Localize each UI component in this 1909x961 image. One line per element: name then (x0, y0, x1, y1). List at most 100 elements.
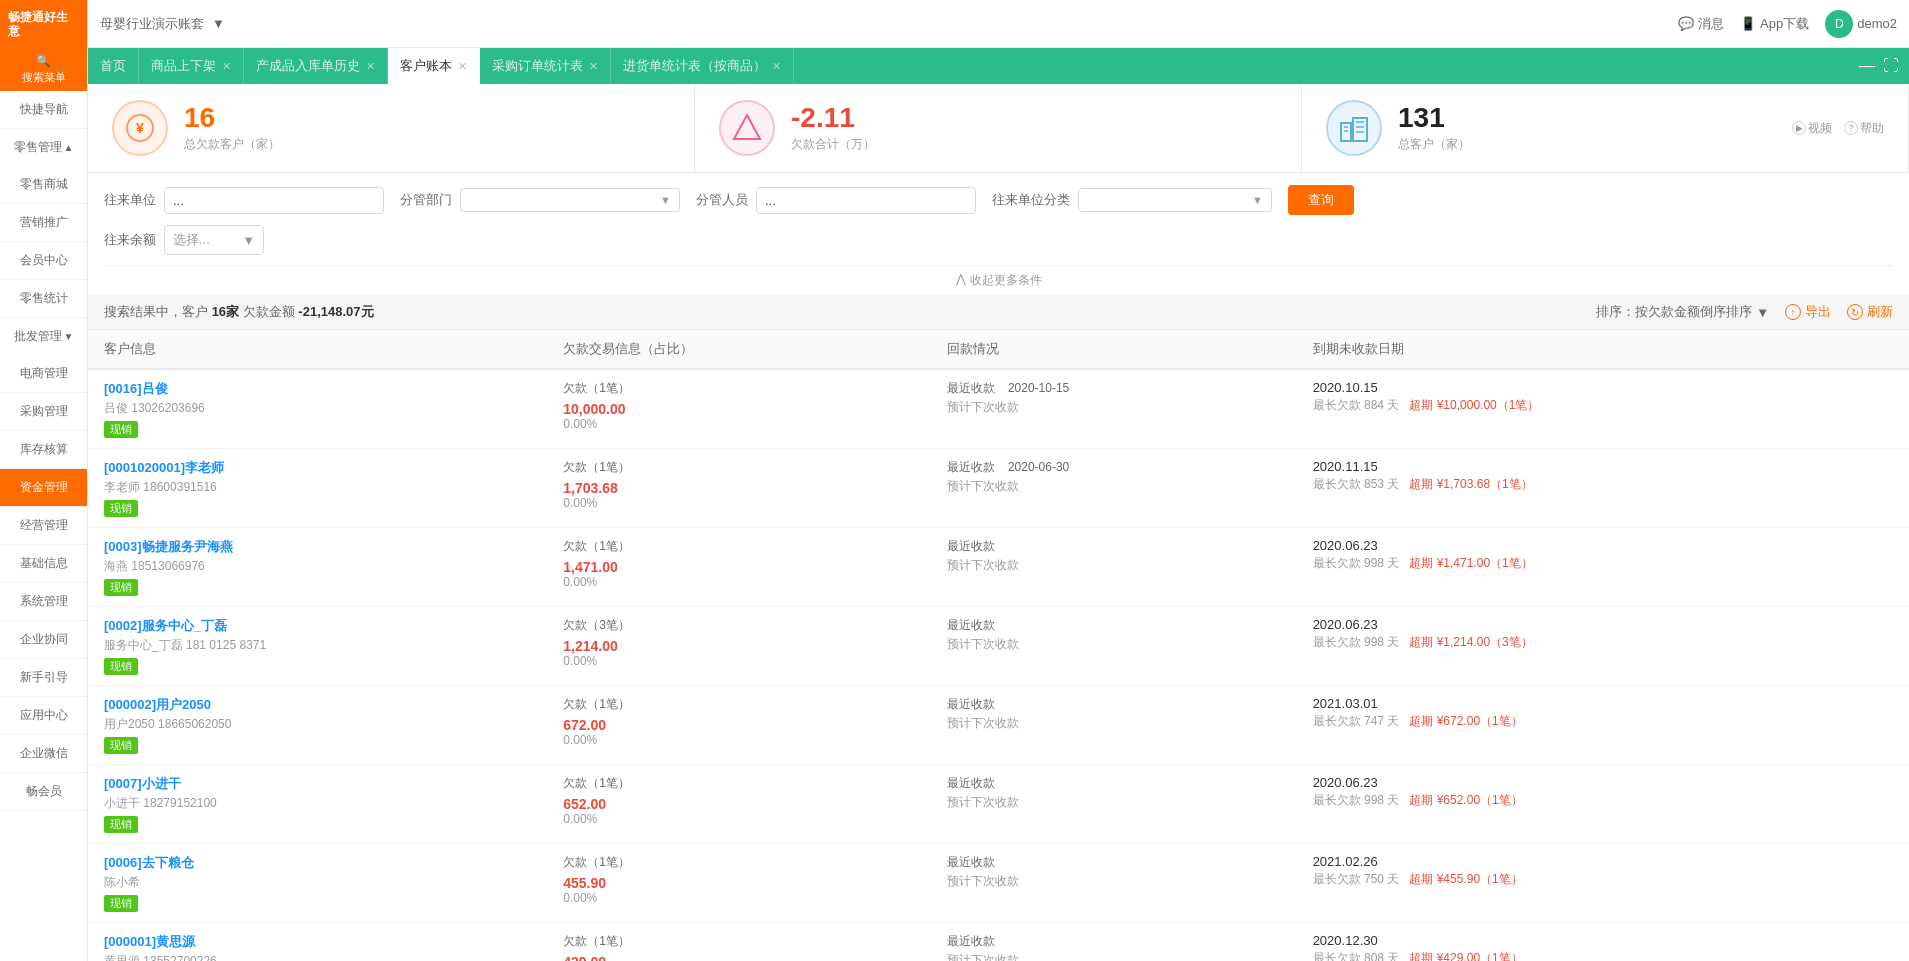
overdue-link-5[interactable]: 超期 ¥652.00（1笔） (1409, 793, 1522, 807)
help-link[interactable]: ? 帮助 (1844, 120, 1884, 137)
overdue-link-4[interactable]: 超期 ¥672.00（1笔） (1409, 714, 1522, 728)
tab-minimize-btn[interactable]: — (1857, 55, 1877, 77)
debt-count-4: 欠款（1笔） (563, 696, 914, 713)
manager-filter: 分管人员 ... (696, 187, 976, 214)
sidebar-item-inventory[interactable]: 库存核算 (0, 431, 87, 469)
overdue-days-7: 最长欠款 808 天 超期 ¥429.00（1笔） (1313, 950, 1893, 961)
user-avatar[interactable]: D demo2 (1825, 10, 1897, 38)
sidebar-item-retail-mgmt[interactable]: 零售管理 ▲ (0, 129, 87, 166)
app-download-btn[interactable]: 📱 App下载 (1740, 15, 1809, 33)
tab-customer-account[interactable]: 客户账本 ✕ (388, 48, 480, 84)
tab-home[interactable]: 首页 (88, 48, 139, 84)
dept-select[interactable]: ▼ (460, 188, 680, 212)
overdue-customers-value: 16 (184, 104, 280, 132)
sidebar-item-system-mgmt[interactable]: 系统管理 (0, 583, 87, 621)
tab-inbound-summary-close[interactable]: ✕ (772, 60, 781, 73)
video-link[interactable]: ▶ 视频 (1792, 120, 1832, 137)
col-recovery: 回款情况 (931, 330, 1297, 369)
customer-name-7[interactable]: [000001]黄思源 (104, 934, 195, 949)
tab-product-offline[interactable]: 商品上下架 ✕ (139, 48, 244, 84)
overdue-cell-0: 2020.10.15 最长欠款 884 天 超期 ¥10,000.00（1笔） (1297, 369, 1909, 449)
customer-contact-0: 吕俊 13026203696 (104, 400, 531, 417)
app-download-label: App下载 (1760, 15, 1809, 33)
customer-cell-3: [0002]服务中心_丁磊 服务中心_丁磊 181 0125 8371 现销 (88, 607, 547, 686)
sidebar-item-wechat[interactable]: 企业微信 (0, 735, 87, 773)
overdue-link-7[interactable]: 超期 ¥429.00（1笔） (1409, 951, 1522, 961)
debt-cell-2: 欠款（1笔） 1,471.00 0.00% (547, 528, 930, 607)
debt-amount-6: 455.90 (563, 875, 914, 891)
dropdown-arrow-icon[interactable]: ▼ (212, 16, 225, 31)
overdue-link-3[interactable]: 超期 ¥1,214.00（3笔） (1409, 635, 1532, 649)
video-icon: ▶ (1792, 121, 1806, 135)
sidebar-item-retail-stats[interactable]: 零售统计 (0, 280, 87, 318)
tab-purchase-summary-close[interactable]: ✕ (589, 60, 598, 73)
total-customers-info: 131 总客户（家） (1398, 104, 1470, 153)
tab-inbound-summary-label: 进货单统计表（按商品） (623, 57, 766, 75)
ecom-mgmt-label: 电商管理 (20, 366, 68, 380)
tab-product-history-label: 产成品入库单历史 (256, 57, 360, 75)
message-btn[interactable]: 💬 消息 (1678, 15, 1724, 33)
sidebar-item-member-center[interactable]: 会员中心 (0, 242, 87, 280)
tab-product-history-close[interactable]: ✕ (366, 60, 375, 73)
source-unit-input[interactable]: ... (164, 187, 384, 214)
col-debt-info: 欠款交易信息（占比） (547, 330, 930, 369)
customer-contact-4: 用户2050 18665062050 (104, 716, 531, 733)
sidebar-item-super-member[interactable]: 畅会员 (0, 773, 87, 811)
table-header-row: 客户信息 欠款交易信息（占比） 回款情况 到期未收款日期 (88, 330, 1909, 369)
manager-input[interactable]: ... (756, 187, 976, 214)
customer-name-4[interactable]: [000002]用户2050 (104, 697, 211, 712)
tab-purchase-summary[interactable]: 采购订单统计表 ✕ (480, 48, 611, 84)
source-unit-filter: 往来单位 ... (104, 187, 384, 214)
sidebar-item-new-guide[interactable]: 新手引导 (0, 659, 87, 697)
tab-inbound-summary[interactable]: 进货单统计表（按商品） ✕ (611, 48, 794, 84)
sidebar-item-ecom-mgmt[interactable]: 电商管理 (0, 355, 87, 393)
sidebar-item-finance[interactable]: 资金管理 (0, 469, 87, 507)
sidebar-item-app-center[interactable]: 应用中心 (0, 697, 87, 735)
customer-name-3[interactable]: [0002]服务中心_丁磊 (104, 618, 227, 633)
source-unit-dots: ... (173, 193, 184, 208)
tab-customer-account-close[interactable]: ✕ (458, 60, 467, 73)
sidebar-item-business-mgmt[interactable]: 经营管理 (0, 507, 87, 545)
tab-product-history[interactable]: 产成品入库单历史 ✕ (244, 48, 388, 84)
overdue-link-2[interactable]: 超期 ¥1,471.00（1笔） (1409, 556, 1532, 570)
query-button[interactable]: 查询 (1288, 185, 1354, 215)
sidebar-item-search-menu[interactable]: 🔍 搜索菜单 (0, 48, 87, 91)
customer-name-5[interactable]: [0007]小进干 (104, 776, 181, 791)
tab-product-offline-close[interactable]: ✕ (222, 60, 231, 73)
overdue-date-1: 2020.11.15 (1313, 459, 1893, 474)
overdue-date-7: 2020.12.30 (1313, 933, 1893, 948)
refresh-button[interactable]: ↻ 刷新 (1847, 303, 1893, 321)
overdue-link-0[interactable]: 超期 ¥10,000.00（1笔） (1409, 398, 1539, 412)
sidebar-item-retail-mall[interactable]: 零售商城 (0, 166, 87, 204)
customer-name-0[interactable]: [0016]吕俊 (104, 381, 168, 396)
sidebar-item-purchase-mgmt[interactable]: 采购管理 (0, 393, 87, 431)
remainder-select[interactable]: 选择... ▼ (164, 225, 264, 255)
overdue-days-4: 最长欠款 747 天 超期 ¥672.00（1笔） (1313, 713, 1893, 730)
batch-mgmt-arrow: ▼ (64, 331, 74, 342)
sort-button[interactable]: 排序：按欠款金额倒序排序 ▼ (1596, 303, 1769, 321)
source-unit-label: 往来单位 (104, 191, 156, 209)
debt-count-1: 欠款（1笔） (563, 459, 914, 476)
inventory-label: 库存核算 (20, 442, 68, 456)
recovery-cell-3: 最近收款 预计下次收款 (931, 607, 1297, 686)
customer-name-2[interactable]: [0003]畅捷服务尹海燕 (104, 539, 233, 554)
overdue-date-5: 2020.06.23 (1313, 775, 1893, 790)
export-button[interactable]: ↑ 导出 (1785, 303, 1831, 321)
sidebar-item-batch-mgmt[interactable]: 批发管理 ▼ (0, 318, 87, 355)
sidebar-item-basic-info[interactable]: 基础信息 (0, 545, 87, 583)
customer-cell-6: [0006]去下粮仓 陈小希 现销 (88, 844, 547, 923)
sidebar-item-quick-nav[interactable]: 快捷导航 (0, 91, 87, 129)
stat-total-customers: 131 总客户（家） ▶ 视频 ? 帮助 (1302, 84, 1909, 172)
recovery-next-7: 预计下次收款 (947, 952, 1281, 961)
overdue-link-6[interactable]: 超期 ¥455.90（1笔） (1409, 872, 1522, 886)
tab-expand-btn[interactable]: ⛶ (1881, 55, 1901, 77)
unit-category-select[interactable]: ▼ (1078, 188, 1272, 212)
overdue-link-1[interactable]: 超期 ¥1,703.68（1笔） (1409, 477, 1532, 491)
collapse-filters-btn[interactable]: ⋀ 收起更多条件 (104, 265, 1893, 295)
customer-name-1[interactable]: [0001020001]李老师 (104, 460, 224, 475)
stat-links: ▶ 视频 ? 帮助 (1792, 120, 1884, 137)
sidebar-item-marketing[interactable]: 营销推广 (0, 204, 87, 242)
header-right: 💬 消息 📱 App下载 D demo2 (1678, 10, 1897, 38)
sidebar-item-enterprise[interactable]: 企业协同 (0, 621, 87, 659)
customer-name-6[interactable]: [0006]去下粮仓 (104, 855, 194, 870)
